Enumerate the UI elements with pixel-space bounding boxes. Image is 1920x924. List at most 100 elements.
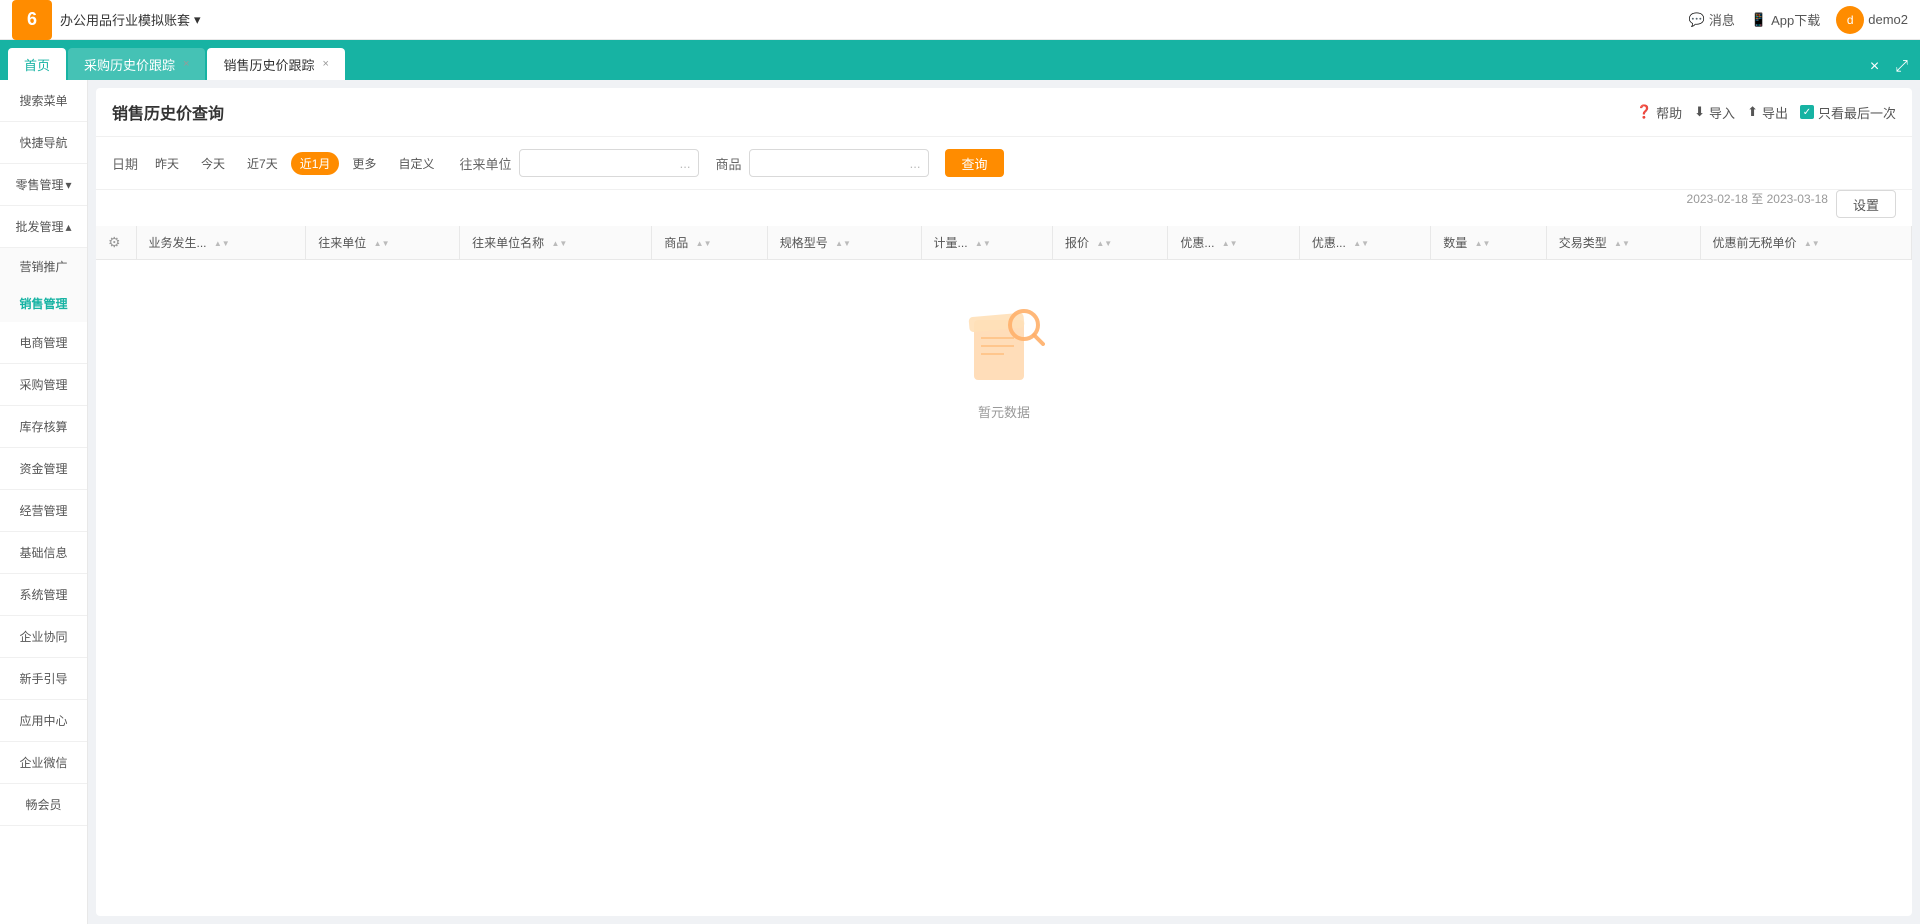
col-quoted-price: 报价 ▲▼ — [1052, 226, 1167, 260]
dropdown-icon: ▾ — [194, 12, 201, 28]
user-profile[interactable]: d demo2 — [1836, 6, 1908, 34]
col-biz-date-label: 业务发生... — [149, 236, 207, 250]
sidebar-item-operations-mgmt[interactable]: 经营管理 — [0, 490, 87, 532]
logo: 6 — [12, 0, 52, 40]
sidebar-purchase-label: 采购管理 — [19, 378, 67, 392]
topbar-right: 💬 消息 📱 App下载 d demo2 — [1689, 6, 1908, 34]
page-header: 销售历史价查询 ❓ 帮助 ⬇ 导入 ⬆ 导出 ✓ — [96, 88, 1912, 137]
sidebar-system-label: 系统管理 — [19, 588, 67, 602]
sidebar-inventory-label: 库存核算 — [19, 420, 67, 434]
col-goods: 商品 ▲▼ — [652, 226, 767, 260]
col-biz-date: 业务发生... ▲▼ — [136, 226, 306, 260]
sidebar-wechat-label: 企业微信 — [19, 756, 67, 770]
tab-purchase-close[interactable]: × — [183, 58, 189, 70]
sidebar-item-enterprise-agreement[interactable]: 企业协同 — [0, 616, 87, 658]
close-window-btn[interactable]: × — [1866, 54, 1883, 80]
sidebar-item-marketing-promo[interactable]: 营销推广 — [0, 248, 87, 285]
col-quantity: 数量 ▲▼ — [1431, 226, 1546, 260]
import-btn[interactable]: ⬇ 导入 — [1694, 103, 1735, 122]
counterpart-input[interactable]: ... — [519, 149, 699, 177]
date-btn-last1month[interactable]: 近1月 — [291, 152, 340, 175]
sort-unit[interactable]: ▲▼ — [975, 239, 991, 248]
help-btn[interactable]: ❓ 帮助 — [1636, 103, 1682, 122]
sidebar-item-search-menu[interactable]: 搜索菜单 — [0, 80, 87, 122]
no-data-svg — [959, 300, 1049, 390]
query-button[interactable]: 查询 — [945, 149, 1003, 177]
sort-quoted-price[interactable]: ▲▼ — [1096, 239, 1112, 248]
sort-goods[interactable]: ▲▼ — [696, 239, 712, 248]
sidebar-item-member-club[interactable]: 畅会员 — [0, 784, 87, 826]
sidebar-retail-with-arrow: 零售管理 ▾ — [8, 176, 79, 193]
app-download-icon: 📱 — [1751, 12, 1767, 28]
col-unit: 计量... ▲▼ — [921, 226, 1052, 260]
sidebar-item-basic-info[interactable]: 基础信息 — [0, 532, 87, 574]
sort-counterpart[interactable]: ▲▼ — [374, 239, 390, 248]
gear-icon[interactable]: ⚙ — [108, 234, 121, 250]
only-last-checkbox[interactable]: ✓ 只看最后一次 — [1800, 103, 1896, 122]
sort-quantity[interactable]: ▲▼ — [1475, 239, 1491, 248]
sidebar-wholesale-with-arrow: 批发管理 ▴ — [8, 218, 79, 235]
sort-biz-date[interactable]: ▲▼ — [214, 239, 230, 248]
message-btn[interactable]: 💬 消息 — [1689, 10, 1735, 29]
sort-counterpart-name[interactable]: ▲▼ — [551, 239, 567, 248]
tab-purchase-history[interactable]: 采购历史价跟踪 × — [68, 48, 205, 80]
avatar-letter: d — [1847, 13, 1854, 27]
sidebar-item-system-mgmt[interactable]: 系统管理 — [0, 574, 87, 616]
sidebar-app-center-label: 应用中心 — [19, 714, 67, 728]
user-name: demo2 — [1868, 12, 1908, 27]
date-btn-custom[interactable]: 自定义 — [389, 152, 443, 175]
sidebar-item-enterprise-wechat[interactable]: 企业微信 — [0, 742, 87, 784]
tab-home[interactable]: 首页 — [8, 48, 66, 80]
tab-sales-history[interactable]: 销售历史价跟踪 × — [207, 48, 344, 80]
sidebar-item-sales-mgmt[interactable]: 销售管理 — [0, 285, 87, 322]
sidebar: 搜索菜单 快捷导航 零售管理 ▾ 批发管理 ▴ 营销推广 销售管理 电商管理 采 — [0, 80, 88, 924]
col-trade-type: 交易类型 ▲▼ — [1546, 226, 1700, 260]
export-btn[interactable]: ⬆ 导出 — [1747, 103, 1788, 122]
sidebar-marketing-label: 营销推广 — [19, 260, 67, 274]
sidebar-item-inventory-check[interactable]: 库存核算 — [0, 406, 87, 448]
sidebar-item-finance-mgmt[interactable]: 资金管理 — [0, 448, 87, 490]
main-layout: 搜索菜单 快捷导航 零售管理 ▾ 批发管理 ▴ 营销推广 销售管理 电商管理 采 — [0, 80, 1920, 924]
content-area: 销售历史价查询 ❓ 帮助 ⬇ 导入 ⬆ 导出 ✓ — [88, 80, 1920, 924]
message-icon: 💬 — [1689, 12, 1705, 28]
goods-dots: ... — [910, 156, 921, 171]
help-icon: ❓ — [1636, 104, 1652, 120]
sidebar-item-newbie-guide[interactable]: 新手引导 — [0, 658, 87, 700]
date-btn-more[interactable]: 更多 — [343, 152, 385, 175]
goods-input[interactable]: ... — [749, 149, 929, 177]
sidebar-item-quick-nav[interactable]: 快捷导航 — [0, 122, 87, 164]
sidebar-item-search-menu-label: 搜索菜单 — [19, 94, 67, 108]
counterpart-dots: ... — [680, 156, 691, 171]
sidebar-item-app-center[interactable]: 应用中心 — [0, 700, 87, 742]
only-last-label: 只看最后一次 — [1818, 103, 1896, 122]
page-container: 销售历史价查询 ❓ 帮助 ⬇ 导入 ⬆ 导出 ✓ — [96, 88, 1912, 916]
date-btn-yesterday[interactable]: 昨天 — [146, 152, 188, 175]
sidebar-item-wholesale-mgmt[interactable]: 批发管理 ▴ — [0, 206, 87, 248]
help-label: 帮助 — [1656, 103, 1682, 122]
topbar-left: 6 办公用品行业模拟账套 ▾ — [12, 0, 201, 40]
sidebar-finance-label: 资金管理 — [19, 462, 67, 476]
export-label: 导出 — [1762, 103, 1788, 122]
sort-spec[interactable]: ▲▼ — [835, 239, 851, 248]
settings-button[interactable]: 设置 — [1836, 190, 1896, 218]
sidebar-item-ecommerce-mgmt[interactable]: 电商管理 — [0, 322, 87, 364]
sort-discount1[interactable]: ▲▼ — [1222, 239, 1238, 248]
sort-trade-type[interactable]: ▲▼ — [1614, 239, 1630, 248]
avatar: d — [1836, 6, 1864, 34]
col-unit-label: 计量... — [934, 236, 968, 250]
sidebar-item-retail-mgmt[interactable]: 零售管理 ▾ — [0, 164, 87, 206]
sort-discount2[interactable]: ▲▼ — [1353, 239, 1369, 248]
tabbar: 首页 采购历史价跟踪 × 销售历史价跟踪 × × ⤢ — [0, 40, 1920, 80]
col-counterpart-name-label: 往来单位名称 — [472, 236, 544, 250]
tab-sales-close[interactable]: × — [322, 58, 328, 70]
expand-btn[interactable]: ⤢ — [1891, 54, 1912, 80]
col-counterpart-name: 往来单位名称 ▲▼ — [460, 226, 652, 260]
app-selector[interactable]: 办公用品行业模拟账套 ▾ — [60, 10, 201, 29]
app-download-btn[interactable]: 📱 App下载 — [1751, 10, 1820, 29]
sidebar-item-purchase-mgmt[interactable]: 采购管理 — [0, 364, 87, 406]
date-btn-today[interactable]: 今天 — [192, 152, 234, 175]
sort-pre-discount[interactable]: ▲▼ — [1804, 239, 1820, 248]
date-btn-last7days[interactable]: 近7天 — [238, 152, 287, 175]
empty-state: 暂元数据 — [96, 260, 1912, 461]
col-spec: 规格型号 ▲▼ — [767, 226, 921, 260]
